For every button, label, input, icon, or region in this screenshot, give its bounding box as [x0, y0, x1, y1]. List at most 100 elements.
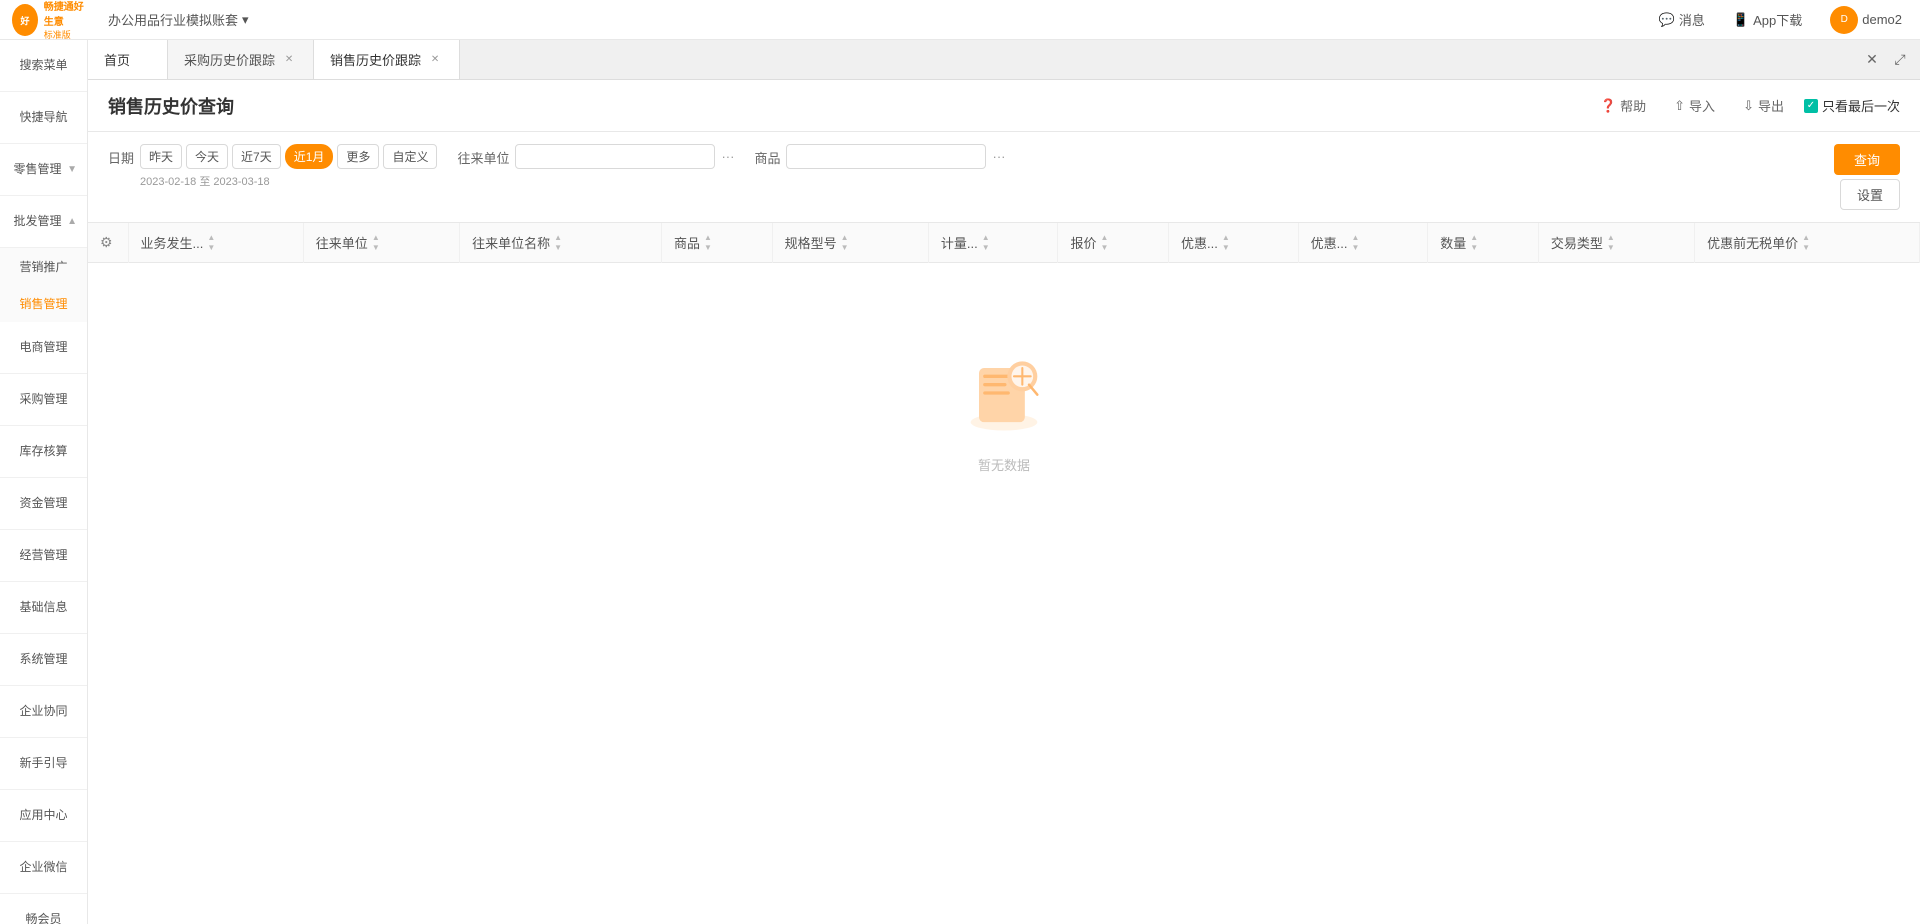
sidebar-item-system-mgmt[interactable]: 系统管理	[0, 634, 87, 686]
only-last-checkbox-label[interactable]: ✓ 只看最后一次	[1804, 96, 1900, 115]
content-area: 首页 采购历史价跟踪 ✕ 销售历史价跟踪 ✕ ✕ ⤢ 销售历史价查询	[88, 40, 1920, 924]
sidebar-item-purchase-mgmt[interactable]: 采购管理	[0, 374, 87, 426]
date-range-text: 2023-02-18 至 2023-03-18	[140, 173, 437, 189]
import-button[interactable]: ⇧ 导入	[1666, 92, 1723, 119]
user-avatar: D	[1830, 6, 1858, 34]
retail-mgmt-arrow-icon: ▼	[67, 163, 77, 176]
tab-purchase-history-close[interactable]: ✕	[281, 52, 297, 68]
only-last-checkbox[interactable]: ✓	[1804, 99, 1818, 113]
setting-button[interactable]: 设置	[1840, 179, 1900, 210]
top-header-right: 💬 消息 📱 App下载 D demo2	[1653, 2, 1908, 38]
goods-filter-label: 商品	[754, 144, 780, 167]
sidebar-item-sales-mgmt[interactable]: 销售管理	[0, 285, 87, 322]
sidebar-item-enterprise-wechat[interactable]: 企业微信	[0, 842, 87, 894]
sidebar-item-operations-mgmt[interactable]: 经营管理	[0, 530, 87, 582]
th-spec[interactable]: 规格型号 ▲▼	[772, 223, 928, 263]
query-button[interactable]: 查询	[1834, 144, 1900, 175]
data-table: ⚙ 业务发生... ▲▼ 往来单位	[88, 223, 1920, 263]
sidebar-item-search-menu[interactable]: 搜索菜单	[0, 40, 87, 92]
sidebar-item-enterprise-coop[interactable]: 企业协同	[0, 686, 87, 738]
help-button[interactable]: ❓ 帮助	[1592, 92, 1654, 119]
th-discount1-label: 优惠...	[1181, 233, 1218, 252]
message-button[interactable]: 💬 消息	[1653, 6, 1711, 33]
top-header: 好 畅捷通好生意 标准版 办公用品行业模拟账套 ▾ 💬 消息 📱 App下载 D…	[0, 0, 1920, 40]
app-download-label: App下载	[1753, 10, 1802, 29]
tab-maximize-button[interactable]: ⤢	[1888, 48, 1912, 72]
import-label: 导入	[1689, 96, 1715, 115]
purchase-mgmt-label: 采购管理	[19, 392, 67, 408]
th-pre-tax-price[interactable]: 优惠前无税单价 ▲▼	[1695, 223, 1920, 263]
date-btn-7days[interactable]: 近7天	[232, 144, 281, 169]
enterprise-wechat-label: 企业微信	[19, 860, 67, 876]
app-download-button[interactable]: 📱 App下载	[1727, 6, 1808, 33]
quick-nav-label: 快捷导航	[19, 110, 67, 126]
table-wrapper: ⚙ 业务发生... ▲▼ 往来单位	[88, 223, 1920, 554]
tab-home[interactable]: 首页	[88, 40, 168, 79]
sidebar-item-inventory[interactable]: 库存核算	[0, 426, 87, 478]
th-quantity-label: 数量	[1440, 233, 1466, 252]
empty-text: 暂无数据	[978, 455, 1030, 474]
tab-purchase-history[interactable]: 采购历史价跟踪 ✕	[168, 40, 314, 79]
search-menu-label: 搜索菜单	[19, 58, 67, 74]
sidebar-item-member-club[interactable]: 畅会员	[0, 894, 87, 924]
partner-dots[interactable]: ···	[721, 149, 734, 164]
date-buttons: 昨天 今天 近7天 近1月 更多 自定义	[140, 144, 437, 169]
sidebar-item-retail-mgmt[interactable]: 零售管理 ▼	[0, 144, 87, 196]
user-name: demo2	[1862, 12, 1902, 27]
export-label: 导出	[1758, 96, 1784, 115]
wholesale-mgmt-label: 批发管理	[10, 214, 65, 230]
date-btn-yesterday[interactable]: 昨天	[140, 144, 182, 169]
sidebar-item-app-center[interactable]: 应用中心	[0, 790, 87, 842]
sidebar-item-basic-info[interactable]: 基础信息	[0, 582, 87, 634]
sort-arrows-trade-type: ▲▼	[1607, 233, 1615, 252]
th-quantity[interactable]: 数量 ▲▼	[1428, 223, 1539, 263]
partner-filter-group: 往来单位 ···	[457, 144, 734, 169]
tab-close-all-button[interactable]: ✕	[1860, 48, 1884, 72]
tab-sales-history-close[interactable]: ✕	[427, 52, 443, 68]
export-button[interactable]: ⇩ 导出	[1735, 92, 1792, 119]
date-btn-1month[interactable]: 近1月	[285, 144, 334, 169]
sidebar-item-marketing-promo[interactable]: 营销推广	[0, 248, 87, 285]
date-btn-custom[interactable]: 自定义	[383, 144, 437, 169]
sidebar-item-ecommerce-mgmt[interactable]: 电商管理	[0, 322, 87, 374]
gear-icon: ⚙	[100, 234, 113, 251]
date-btn-more[interactable]: 更多	[337, 144, 379, 169]
th-partner-name[interactable]: 往来单位名称 ▲▼	[460, 223, 662, 263]
th-trade-type[interactable]: 交易类型 ▲▼	[1538, 223, 1694, 263]
sidebar-item-new-user-guide[interactable]: 新手引导	[0, 738, 87, 790]
sales-mgmt-label: 销售管理	[19, 295, 67, 312]
tab-sales-history[interactable]: 销售历史价跟踪 ✕	[314, 40, 460, 79]
import-icon: ⇧	[1674, 98, 1685, 114]
page-content: 销售历史价查询 ❓ 帮助 ⇧ 导入 ⇩ 导出 ✓	[88, 80, 1920, 924]
th-gear[interactable]: ⚙	[88, 223, 128, 263]
partner-input[interactable]	[515, 144, 715, 169]
workspace-selector[interactable]: 办公用品行业模拟账套 ▾	[100, 6, 257, 33]
th-discount1[interactable]: 优惠... ▲▼	[1169, 223, 1299, 263]
basic-info-label: 基础信息	[19, 600, 67, 616]
date-filter-group: 日期 昨天 今天 近7天 近1月 更多 自定义 2023-02-18 至 202…	[108, 144, 437, 189]
th-spec-label: 规格型号	[785, 233, 837, 252]
tab-bar: 首页 采购历史价跟踪 ✕ 销售历史价跟踪 ✕ ✕ ⤢	[88, 40, 1920, 80]
svg-text:好: 好	[19, 15, 29, 26]
th-partner-code[interactable]: 往来单位 ▲▼	[303, 223, 459, 263]
sort-arrows-unit: ▲▼	[982, 233, 990, 252]
tab-purchase-history-label: 采购历史价跟踪	[184, 50, 275, 69]
th-discount2[interactable]: 优惠... ▲▼	[1298, 223, 1428, 263]
th-pre-tax-price-label: 优惠前无税单价	[1707, 233, 1798, 252]
user-profile-button[interactable]: D demo2	[1824, 2, 1908, 38]
goods-input[interactable]	[786, 144, 986, 169]
th-unit[interactable]: 计量... ▲▼	[928, 223, 1058, 263]
date-btn-today[interactable]: 今天	[186, 144, 228, 169]
partner-input-group: ···	[515, 144, 734, 169]
th-goods[interactable]: 商品 ▲▼	[662, 223, 773, 263]
sidebar-item-quick-nav[interactable]: 快捷导航	[0, 92, 87, 144]
sidebar-item-finance-mgmt[interactable]: 资金管理	[0, 478, 87, 530]
finance-mgmt-label: 资金管理	[19, 496, 67, 512]
app-center-label: 应用中心	[19, 808, 67, 824]
th-quoted-price[interactable]: 报价 ▲▼	[1058, 223, 1169, 263]
sidebar-item-wholesale-mgmt[interactable]: 批发管理 ▲	[0, 196, 87, 248]
member-club-label: 畅会员	[25, 912, 61, 924]
filter-bar: 日期 昨天 今天 近7天 近1月 更多 自定义 2023-02-18 至 202…	[88, 132, 1920, 223]
goods-dots[interactable]: ···	[992, 149, 1005, 164]
th-biz-date[interactable]: 业务发生... ▲▼	[128, 223, 303, 263]
